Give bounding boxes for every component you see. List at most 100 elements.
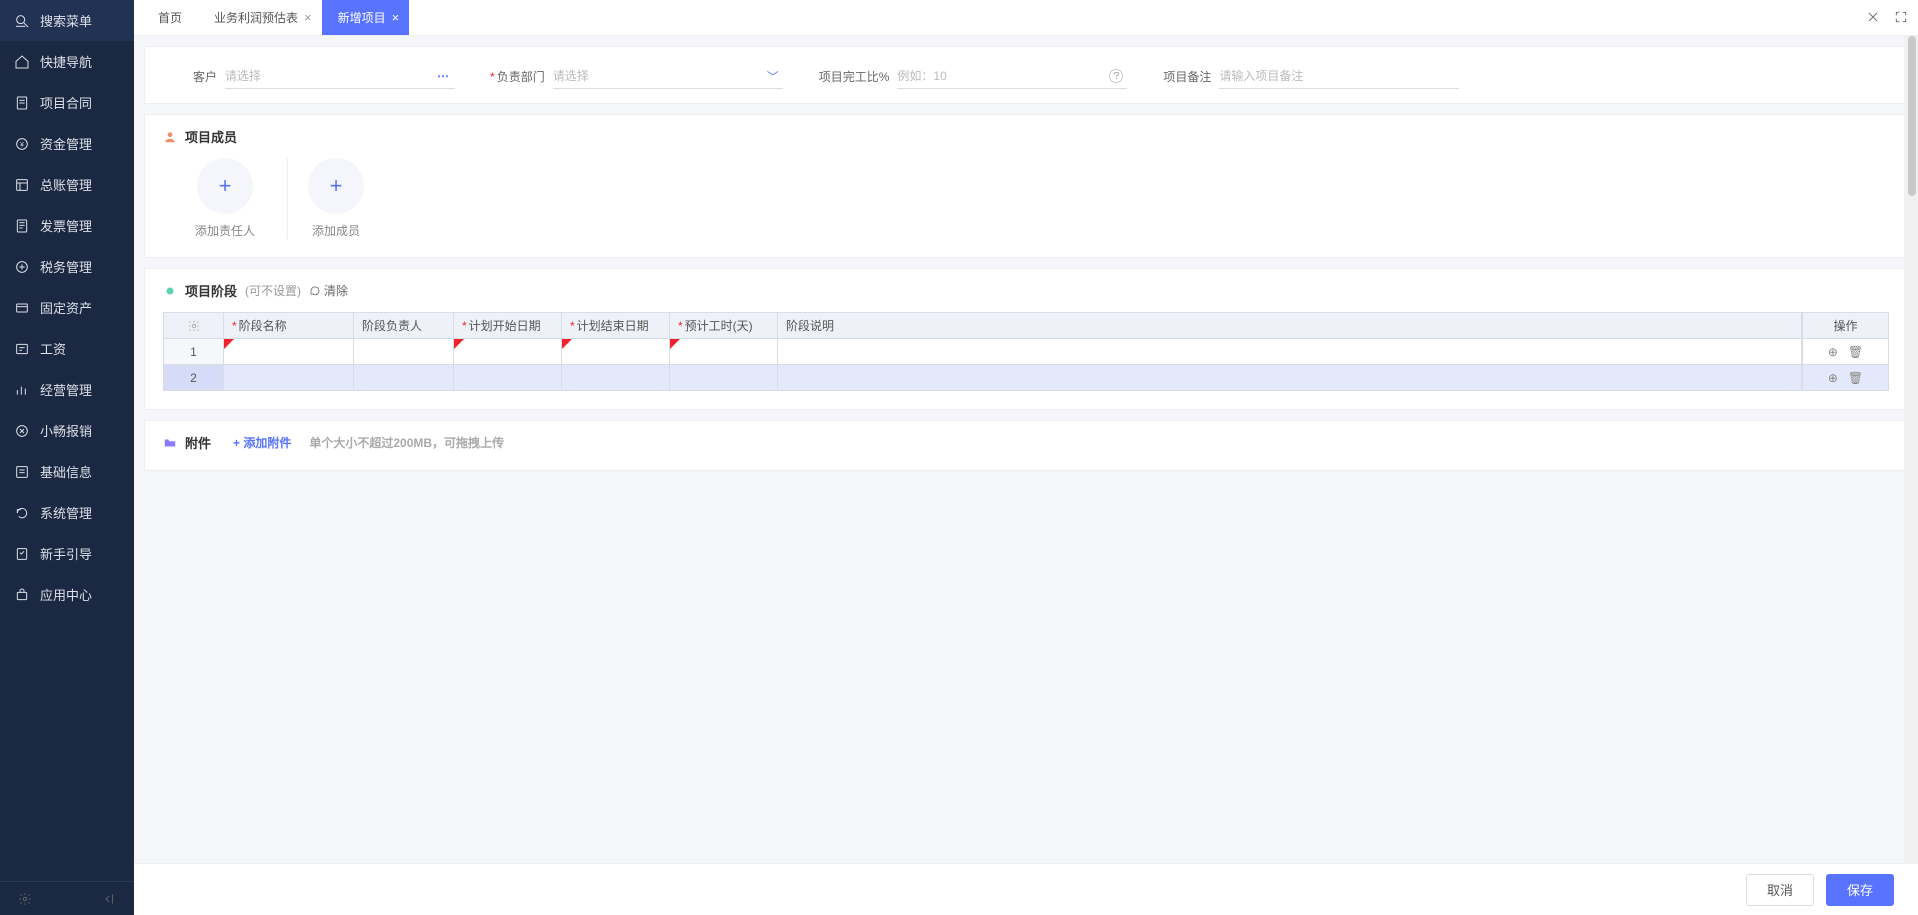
person-icon: [163, 130, 177, 144]
attachments-title: 附件: [185, 433, 211, 452]
cell-end[interactable]: [562, 365, 670, 391]
customer-label: 客户: [193, 68, 217, 85]
sidebar-item-search[interactable]: 搜索菜单: [0, 0, 134, 41]
add-row-icon[interactable]: ⊕: [1828, 345, 1838, 359]
phases-panel: 项目阶段 (可不设置) 清除: [144, 268, 1908, 410]
tab-profit-estimate[interactable]: 业务利润预估表×: [198, 0, 322, 35]
cell-hours[interactable]: [670, 365, 778, 391]
attachment-note: 单个大小不超过200MB，可拖拽上传: [309, 434, 504, 451]
tab-home[interactable]: 首页: [142, 0, 198, 35]
sidebar-item-label: 快捷导航: [40, 52, 92, 71]
tab-new-project[interactable]: 新增项目×: [322, 0, 410, 35]
add-attachment-button[interactable]: + 添加附件: [233, 434, 291, 451]
sidebar-item-asset[interactable]: 固定资产: [0, 287, 134, 328]
cancel-button[interactable]: 取消: [1746, 874, 1814, 906]
sidebar-item-label: 总账管理: [40, 175, 92, 194]
sidebar-item-funds[interactable]: ¥ 资金管理: [0, 123, 134, 164]
info-icon: [14, 464, 30, 480]
th-desc: 阶段说明: [778, 313, 1802, 339]
cell-hours[interactable]: [670, 339, 778, 365]
cell-desc[interactable]: [778, 365, 1802, 391]
collapse-sidebar-icon[interactable]: [98, 888, 120, 910]
cell-end[interactable]: [562, 339, 670, 365]
sidebar-item-salary[interactable]: 工资: [0, 328, 134, 369]
close-icon[interactable]: ×: [392, 10, 400, 25]
sidebar-item-label: 工资: [40, 339, 66, 358]
add-row-icon[interactable]: ⊕: [1828, 371, 1838, 385]
add-member-button[interactable]: +: [308, 158, 364, 214]
sidebar-item-appcenter[interactable]: 应用中心: [0, 574, 134, 615]
phases-note: (可不设置): [245, 282, 301, 299]
remark-input[interactable]: [1219, 63, 1459, 89]
reimburse-icon: [14, 423, 30, 439]
sidebar-item-tax[interactable]: 税务管理: [0, 246, 134, 287]
cell-name[interactable]: [224, 339, 354, 365]
phases-table: *阶段名称 阶段负责人 *计划开始日期 *计划结束日期 *预计工时(天) 阶段说…: [163, 312, 1802, 391]
sidebar-item-quicknav[interactable]: 快捷导航: [0, 41, 134, 82]
save-button[interactable]: 保存: [1826, 874, 1894, 906]
sidebar-item-label: 资金管理: [40, 134, 92, 153]
add-member-label: 添加成员: [312, 222, 360, 239]
delete-row-icon[interactable]: 🗑: [1848, 371, 1863, 385]
sidebar-item-basic[interactable]: 基础信息: [0, 451, 134, 492]
th-op: 操作: [1803, 313, 1889, 339]
chevron-down-icon[interactable]: ﹀: [767, 68, 779, 85]
sidebar-item-contract[interactable]: 项目合同: [0, 82, 134, 123]
document-icon: [14, 95, 30, 111]
chart-icon: [14, 382, 30, 398]
footer-bar: 取消 保存: [134, 863, 1918, 915]
asset-icon: [14, 300, 30, 316]
sidebar-item-label: 小畅报销: [40, 421, 92, 440]
scrollbar-track[interactable]: [1904, 36, 1918, 863]
sidebar: 搜索菜单 快捷导航 项目合同 ¥ 资金管理 总账管理 发票管理: [0, 0, 134, 915]
fullscreen-icon[interactable]: [1890, 6, 1912, 28]
add-owner-button[interactable]: +: [197, 158, 253, 214]
app-icon: [14, 587, 30, 603]
table-row[interactable]: 2: [164, 365, 1802, 391]
svg-text:¥: ¥: [20, 141, 24, 148]
scrollbar-thumb[interactable]: [1908, 36, 1916, 196]
sidebar-item-label: 系统管理: [40, 503, 92, 522]
clear-phases-button[interactable]: 清除: [309, 282, 348, 299]
cell-owner[interactable]: [354, 365, 454, 391]
sidebar-item-label: 应用中心: [40, 585, 92, 604]
cell-start[interactable]: [454, 365, 562, 391]
department-select[interactable]: [553, 63, 783, 89]
sidebar-item-reimburse[interactable]: 小畅报销: [0, 410, 134, 451]
sidebar-item-operation[interactable]: 经营管理: [0, 369, 134, 410]
progress-input[interactable]: [897, 63, 1127, 89]
search-icon: [14, 13, 30, 29]
settings-icon[interactable]: [14, 888, 36, 910]
close-panel-icon[interactable]: [1862, 6, 1884, 28]
delete-row-icon[interactable]: 🗑: [1848, 345, 1863, 359]
attachments-panel: 附件 + 添加附件 单个大小不超过200MB，可拖拽上传: [144, 420, 1908, 471]
cell-name[interactable]: [224, 365, 354, 391]
ledger-icon: [14, 177, 30, 193]
add-owner-label: 添加责任人: [195, 222, 255, 239]
cell-owner[interactable]: [354, 339, 454, 365]
cell-desc[interactable]: [778, 339, 1802, 365]
close-icon[interactable]: ×: [304, 10, 312, 25]
tax-icon: [14, 259, 30, 275]
department-label: *负责部门: [490, 68, 545, 85]
sidebar-item-invoice[interactable]: 发票管理: [0, 205, 134, 246]
folder-icon: [163, 436, 177, 450]
customer-select[interactable]: [225, 63, 455, 89]
cell-start[interactable]: [454, 339, 562, 365]
form-panel: 客户 ⋯ *负责部门 ﹀ 项目完工比%: [144, 46, 1908, 104]
sidebar-item-guide[interactable]: 新手引导: [0, 533, 134, 574]
th-hours: *预计工时(天): [670, 313, 778, 339]
table-settings-button[interactable]: [164, 313, 224, 339]
more-icon[interactable]: ⋯: [437, 69, 450, 83]
members-title: 项目成员: [185, 127, 237, 146]
sidebar-item-label: 发票管理: [40, 216, 92, 235]
sidebar-item-ledger[interactable]: 总账管理: [0, 164, 134, 205]
coin-icon: ¥: [14, 136, 30, 152]
salary-icon: [14, 341, 30, 357]
sidebar-item-label: 基础信息: [40, 462, 92, 481]
th-end: *计划结束日期: [562, 313, 670, 339]
remark-label: 项目备注: [1163, 68, 1211, 85]
table-row[interactable]: 1: [164, 339, 1802, 365]
sidebar-item-system[interactable]: 系统管理: [0, 492, 134, 533]
phases-title: 项目阶段: [185, 281, 237, 300]
